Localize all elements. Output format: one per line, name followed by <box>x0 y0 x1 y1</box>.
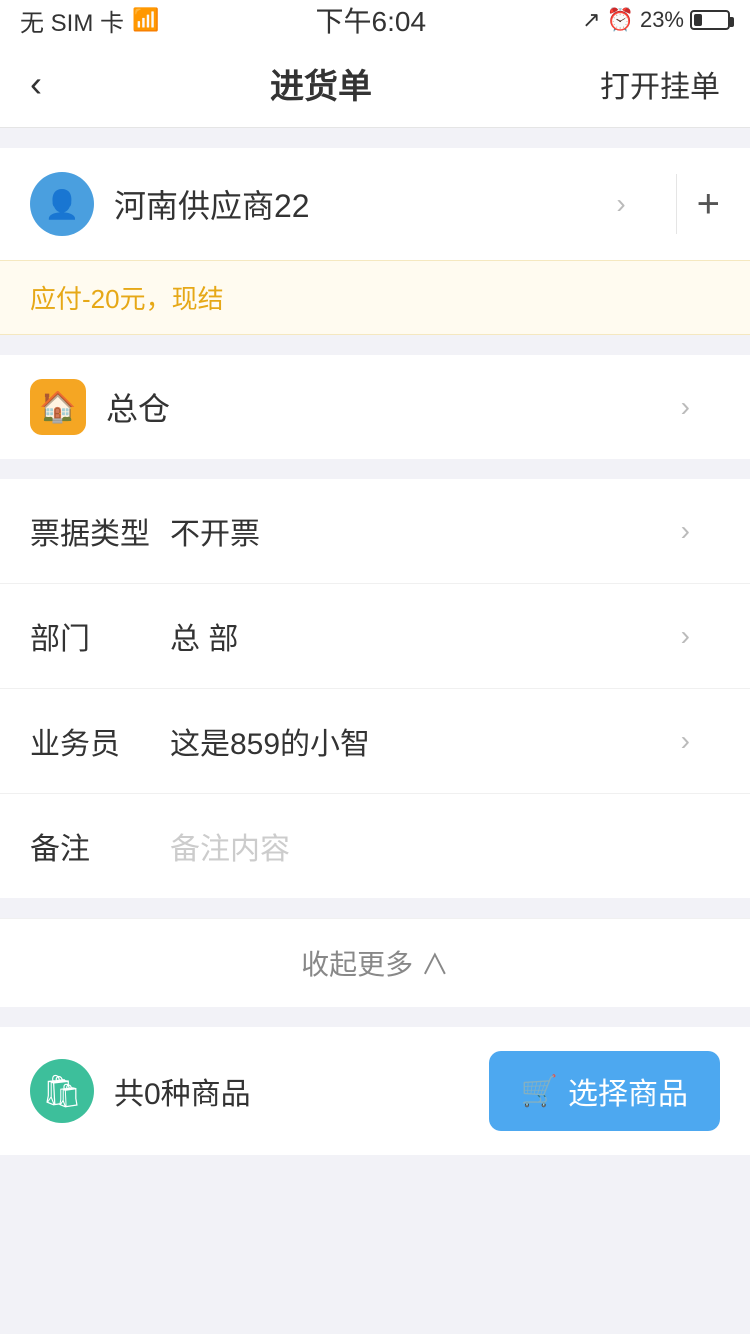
battery-text: 23% <box>640 7 684 33</box>
section-gap-bottom <box>0 1007 750 1027</box>
open-pending-button[interactable]: 打开挂单 <box>600 62 720 106</box>
product-icon-symbol: 🛍 <box>42 1072 83 1110</box>
salesperson-label: 业务员 <box>30 719 170 763</box>
status-bar: 无 SIM 卡 📶 下午6:04 ↗ ⏰ 23% <box>0 0 750 40</box>
supplier-card: 👤 河南供应商22 › + 应付-20元，现结 <box>0 148 750 335</box>
wifi-icon: 📶 <box>132 7 159 33</box>
location-icon: ↗ <box>582 7 600 33</box>
supplier-row[interactable]: 👤 河南供应商22 › + <box>0 148 750 260</box>
select-product-label: 选择商品 <box>568 1069 688 1113</box>
status-right: ↗ ⏰ 23% <box>582 7 730 33</box>
department-label: 部门 <box>30 614 170 658</box>
notice-bar: 应付-20元，现结 <box>0 260 750 335</box>
section-gap-top <box>0 128 750 148</box>
invoice-type-value: 不开票 <box>170 509 681 553</box>
remark-label: 备注 <box>30 824 170 868</box>
department-value: 总 部 <box>170 614 681 658</box>
page-title: 进货单 <box>270 59 372 108</box>
product-bar: 🛍 共0种商品 🛒 选择商品 <box>0 1027 750 1155</box>
form-card: 票据类型 不开票 › 部门 总 部 › 业务员 这是859的小智 › 备注 备注… <box>0 479 750 898</box>
select-product-icon: 🛒 <box>521 1074 558 1109</box>
battery-icon <box>690 10 730 30</box>
supplier-avatar: 👤 <box>30 172 94 236</box>
remark-row[interactable]: 备注 备注内容 <box>0 794 750 898</box>
alarm-icon: ⏰ <box>607 7 634 33</box>
warehouse-icon-symbol: 🏠 <box>39 390 76 425</box>
add-supplier-button[interactable]: + <box>697 182 720 227</box>
invoice-type-label: 票据类型 <box>30 509 170 553</box>
avatar-icon: 👤 <box>45 188 80 221</box>
warehouse-name: 总仓 <box>106 384 681 430</box>
select-product-button[interactable]: 🛒 选择商品 <box>489 1051 720 1131</box>
department-chevron-icon: › <box>681 620 690 652</box>
warehouse-card: 🏠 总仓 › <box>0 355 750 459</box>
salesperson-row[interactable]: 业务员 这是859的小智 › <box>0 689 750 794</box>
warehouse-row[interactable]: 🏠 总仓 › <box>0 355 750 459</box>
warehouse-icon: 🏠 <box>30 379 86 435</box>
invoice-type-row[interactable]: 票据类型 不开票 › <box>0 479 750 584</box>
carrier-text: 无 SIM 卡 <box>20 3 124 38</box>
warehouse-chevron-icon: › <box>681 391 690 423</box>
vertical-divider <box>676 174 677 234</box>
remark-placeholder: 备注内容 <box>170 824 720 868</box>
salesperson-chevron-icon: › <box>681 725 690 757</box>
back-button[interactable]: ‹ <box>30 63 42 105</box>
invoice-type-chevron-icon: › <box>681 515 690 547</box>
status-left: 无 SIM 卡 📶 <box>20 3 159 38</box>
notice-text: 应付-20元，现结 <box>30 284 224 314</box>
supplier-chevron-icon: › <box>616 188 625 220</box>
product-icon: 🛍 <box>30 1059 94 1123</box>
product-count: 共0种商品 <box>114 1069 489 1113</box>
collapse-text: 收起更多 ∧ <box>301 949 449 980</box>
department-row[interactable]: 部门 总 部 › <box>0 584 750 689</box>
salesperson-value: 这是859的小智 <box>170 719 681 763</box>
supplier-name: 河南供应商22 <box>114 181 616 227</box>
collapse-bar[interactable]: 收起更多 ∧ <box>0 918 750 1007</box>
nav-bar: ‹ 进货单 打开挂单 <box>0 40 750 128</box>
time-display: 下午6:04 <box>316 0 427 40</box>
